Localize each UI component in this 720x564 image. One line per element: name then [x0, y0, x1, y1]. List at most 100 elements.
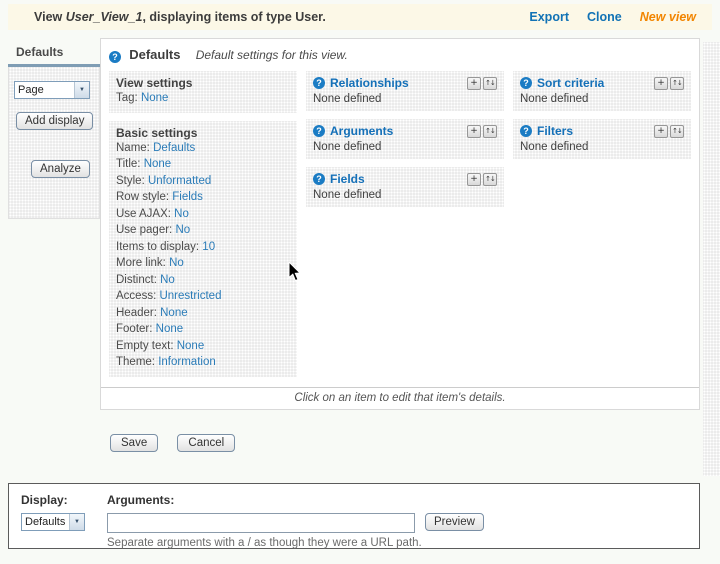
arguments-help-text: Separate arguments with a / as though th… [107, 537, 422, 549]
help-icon[interactable]: ? [109, 51, 121, 63]
view-title-suffix: , displaying items of type User. [142, 10, 326, 24]
display-type-select[interactable]: Page ▼ [14, 81, 90, 99]
setting-label: Tag: [116, 92, 138, 104]
tab-row: Defaults [8, 38, 100, 67]
new-view-link[interactable]: New view [640, 10, 696, 24]
settings-column-3: ? Sort criteria + ↑↓ None defined ? Filt… [513, 71, 691, 159]
setting-row: Use pager: No [116, 222, 290, 239]
setting-label: Access: [116, 290, 157, 302]
arguments-box: ? Arguments + ↑↓ None defined [306, 119, 504, 159]
settings-columns: View settings Tag: None Basic settings N… [101, 69, 699, 387]
setting-row: Empty text: None [116, 338, 290, 355]
display-type-select-value: Page [18, 84, 44, 96]
fields-link[interactable]: Fields [330, 172, 465, 186]
filters-link[interactable]: Filters [537, 124, 652, 138]
setting-label: Title: [116, 158, 141, 170]
setting-row: Row style: Fields [116, 189, 290, 206]
form-actions: Save Cancel [110, 434, 720, 452]
view-title: View User_View_1, displaying items of ty… [34, 10, 511, 24]
setting-value-link[interactable]: None [156, 323, 184, 335]
help-icon[interactable]: ? [520, 77, 532, 89]
preview-display-select[interactable]: Defaults ▼ [21, 513, 85, 531]
setting-value-link[interactable]: 10 [202, 241, 215, 253]
arguments-link[interactable]: Arguments [330, 124, 465, 138]
live-preview-panel: Display: Defaults ▼ Arguments: Preview S… [8, 483, 700, 549]
setting-row: Items to display: 10 [116, 239, 290, 256]
rearrange-icon[interactable]: ↑↓ [483, 172, 497, 186]
basic-settings-box: Basic settings Name: Defaults Title: Non… [109, 120, 297, 377]
setting-value-link[interactable]: None [177, 340, 205, 352]
setting-row: Title: None [116, 156, 290, 173]
setting-row: Header: None [116, 305, 290, 322]
setting-label: Name: [116, 141, 150, 154]
display-heading: Defaults [129, 47, 181, 62]
cancel-button[interactable]: Cancel [177, 434, 236, 452]
setting-label: Distinct: [116, 273, 157, 286]
preview-button[interactable]: Preview [425, 513, 484, 531]
setting-value-link[interactable]: No [160, 274, 175, 286]
help-icon[interactable]: ? [520, 125, 532, 137]
help-icon[interactable]: ? [313, 77, 325, 89]
displays-sidebar: Defaults Page ▼ Add display Analyze [8, 38, 100, 410]
setting-value-link[interactable]: Defaults [153, 142, 195, 154]
setting-value-link[interactable]: None [144, 158, 172, 170]
add-display-button[interactable]: Add display [16, 112, 94, 130]
setting-row: Footer: None [116, 321, 290, 338]
setting-label: Use AJAX: [116, 207, 171, 220]
add-icon[interactable]: + [467, 172, 481, 186]
page-background-strip [703, 42, 720, 476]
setting-row: Access: Unrestricted [116, 288, 290, 305]
setting-row: Use AJAX: No [116, 206, 290, 223]
basic-settings-title: Basic settings [116, 125, 198, 140]
arguments-input[interactable] [107, 513, 415, 533]
empty-text: None defined [520, 93, 589, 105]
add-icon[interactable]: + [654, 76, 668, 90]
setting-value-link[interactable]: No [174, 208, 189, 220]
setting-value-link[interactable]: None [141, 92, 169, 104]
setting-value-link[interactable]: No [169, 257, 184, 269]
save-button[interactable]: Save [110, 434, 159, 452]
rearrange-icon[interactable]: ↑↓ [483, 124, 497, 138]
arguments-label: Arguments: [107, 493, 175, 507]
analyze-button[interactable]: Analyze [31, 160, 90, 178]
export-link[interactable]: Export [529, 10, 569, 24]
add-icon[interactable]: + [467, 124, 481, 138]
chevron-down-icon: ▼ [74, 82, 89, 98]
settings-column-1: View settings Tag: None Basic settings N… [109, 71, 297, 377]
sort-criteria-link[interactable]: Sort criteria [537, 76, 652, 90]
empty-text: None defined [520, 141, 589, 153]
setting-value-link[interactable]: Unformatted [148, 175, 211, 187]
rearrange-icon[interactable]: ↑↓ [670, 124, 684, 138]
setting-label: Row style: [116, 191, 170, 203]
preview-display-select-value: Defaults [25, 516, 66, 528]
rearrange-icon[interactable]: ↑↓ [483, 76, 497, 90]
view-title-prefix: View [34, 10, 63, 24]
preview-arguments-group: Arguments: Preview Separate arguments wi… [107, 493, 484, 549]
empty-text: None defined [313, 93, 382, 105]
help-icon[interactable]: ? [313, 173, 325, 185]
setting-label: Header: [116, 306, 157, 319]
setting-row: Theme: Information [116, 354, 290, 371]
tab-defaults[interactable]: Defaults [16, 45, 63, 59]
clone-link[interactable]: Clone [587, 10, 622, 24]
empty-text: None defined [313, 189, 382, 201]
setting-value-link[interactable]: Fields [172, 191, 203, 203]
relationships-link[interactable]: Relationships [330, 76, 465, 90]
views-editor: Defaults Page ▼ Add display Analyze ? De… [8, 38, 700, 410]
view-settings-box: View settings Tag: None [109, 71, 297, 113]
setting-label: More link: [116, 257, 166, 269]
add-icon[interactable]: + [467, 76, 481, 90]
setting-label: Theme: [116, 356, 155, 368]
setting-row: Tag: None [116, 90, 290, 107]
setting-value-link[interactable]: None [160, 307, 188, 319]
setting-row: Style: Unformatted [116, 173, 290, 190]
display-settings-panel: ? Defaults Default settings for this vie… [100, 38, 700, 410]
setting-value-link[interactable]: No [175, 224, 190, 236]
views-admin-page: View User_View_1, displaying items of ty… [0, 4, 720, 564]
setting-value-link[interactable]: Unrestricted [159, 290, 221, 302]
filters-box: ? Filters + ↑↓ None defined [513, 119, 691, 159]
rearrange-icon[interactable]: ↑↓ [670, 76, 684, 90]
add-icon[interactable]: + [654, 124, 668, 138]
help-icon[interactable]: ? [313, 125, 325, 137]
setting-value-link[interactable]: Information [158, 356, 216, 368]
